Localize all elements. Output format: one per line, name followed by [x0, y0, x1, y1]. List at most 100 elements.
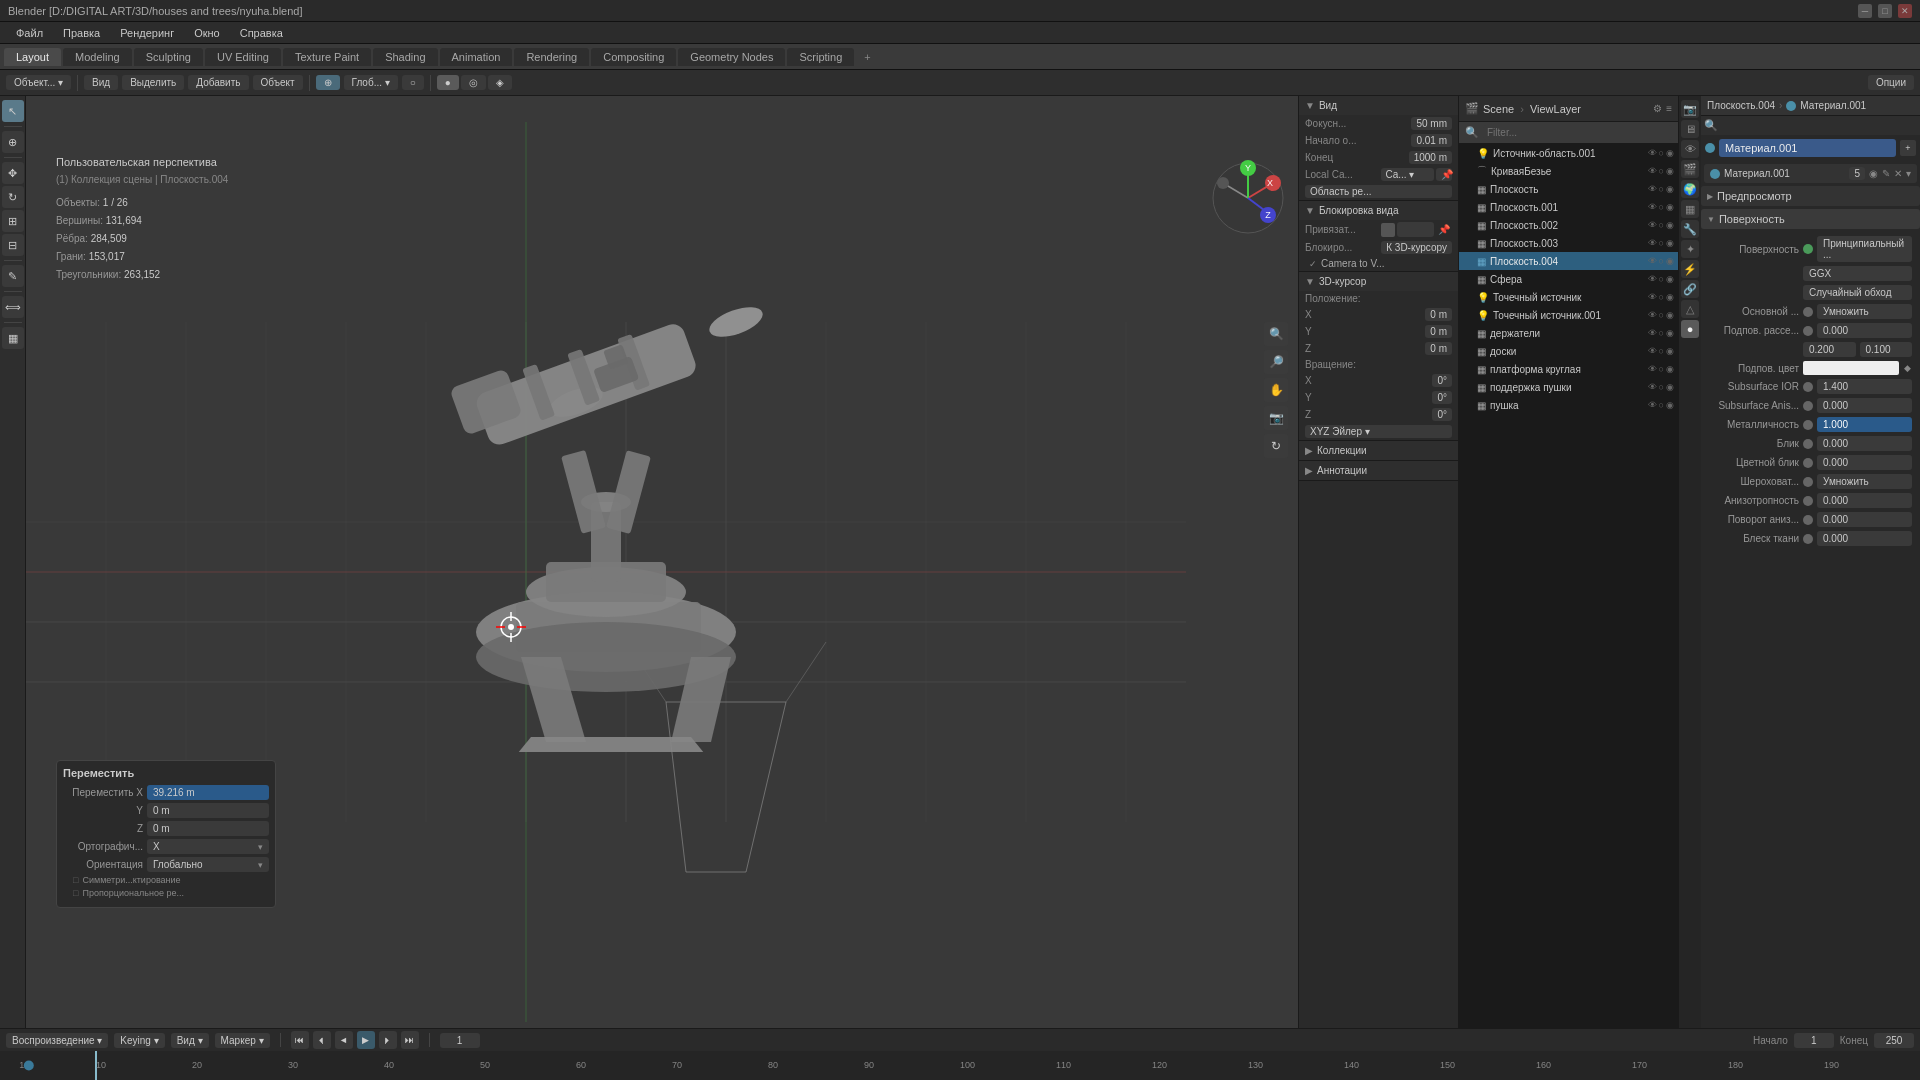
item-render-11[interactable]: ◉: [1666, 346, 1674, 356]
specular-val[interactable]: 0.000: [1817, 436, 1912, 451]
item-render-14[interactable]: ◉: [1666, 400, 1674, 410]
timeline-ruler[interactable]: 1 10 20 30 40 50 60 70 80 90 100 110 120…: [0, 1051, 1920, 1080]
minimize-button[interactable]: ─: [1858, 4, 1872, 18]
object-data-tab[interactable]: △: [1681, 300, 1699, 318]
item-vis-0[interactable]: 👁: [1648, 148, 1657, 158]
focal-length-value[interactable]: 50 mm: [1411, 117, 1452, 130]
item-select-7[interactable]: ○: [1659, 274, 1664, 284]
outliner-item-plane001[interactable]: ▦ Плоскость.001 👁 ○ ◉: [1459, 198, 1678, 216]
cursor3d-header[interactable]: ▼ 3D-курсор: [1299, 272, 1458, 291]
tab-sculpting[interactable]: Sculpting: [134, 48, 203, 66]
world-props-tab[interactable]: 🌍: [1681, 180, 1699, 198]
options-btn[interactable]: Опции: [1868, 75, 1914, 90]
outliner-filter-btn[interactable]: ⚙: [1653, 103, 1662, 114]
item-select-9[interactable]: ○: [1659, 310, 1664, 320]
cursor-z-val[interactable]: 0 m: [1425, 342, 1452, 355]
item-select-6[interactable]: ○: [1659, 256, 1664, 266]
physics-tab[interactable]: ⚡: [1681, 260, 1699, 278]
anisotropy-val[interactable]: 0.000: [1817, 493, 1912, 508]
metallic-val[interactable]: 1.000: [1817, 417, 1912, 432]
constraints-tab[interactable]: 🔗: [1681, 280, 1699, 298]
item-render-7[interactable]: ◉: [1666, 274, 1674, 284]
proportional-checkbox[interactable]: □ Пропорциональное ре...: [73, 888, 184, 898]
tab-shading[interactable]: Shading: [373, 48, 437, 66]
outliner-item-pointlight[interactable]: 💡 Точечный источник 👁 ○ ◉: [1459, 288, 1678, 306]
cursor-rx-val[interactable]: 0°: [1432, 374, 1452, 387]
lock-view-header[interactable]: ▼ Блокировка вида: [1299, 201, 1458, 220]
annotations-header[interactable]: ▶ Аннотации: [1299, 461, 1458, 480]
pivot-dropdown[interactable]: Глоб... ▾: [344, 75, 398, 90]
ortho-axis-dropdown[interactable]: X▾: [147, 839, 269, 854]
tab-layout[interactable]: Layout: [4, 48, 61, 66]
material-preview-btn[interactable]: ◎: [461, 75, 486, 90]
item-vis-8[interactable]: 👁: [1648, 292, 1657, 302]
menu-render[interactable]: Рендеринг: [112, 25, 182, 41]
item-vis-12[interactable]: 👁: [1648, 364, 1657, 374]
camera-view-btn[interactable]: 📷: [1264, 406, 1288, 430]
outliner-item-plane004[interactable]: ▦ Плоскость.004 👁 ○ ◉: [1459, 252, 1678, 270]
item-vis-14[interactable]: 👁: [1648, 400, 1657, 410]
zoom-in-btn[interactable]: 🔍: [1264, 322, 1288, 346]
modifiers-tab[interactable]: 🔧: [1681, 220, 1699, 238]
item-render-9[interactable]: ◉: [1666, 310, 1674, 320]
snap-color-btn[interactable]: [1381, 223, 1395, 237]
viewport-3d[interactable]: Пользовательская перспектива (1) Коллекц…: [26, 96, 1298, 1028]
move-x-value[interactable]: 39.216 m: [147, 785, 269, 800]
item-render-3[interactable]: ◉: [1666, 202, 1674, 212]
outliner-item-plane002[interactable]: ▦ Плоскость.002 👁 ○ ◉: [1459, 216, 1678, 234]
timeline-marker-dropdown[interactable]: Маркер ▾: [215, 1033, 270, 1048]
pan-btn[interactable]: ✋: [1264, 378, 1288, 402]
annotate-tool[interactable]: ✎: [2, 265, 24, 287]
roughness-val[interactable]: Умножить: [1817, 474, 1912, 489]
jump-start-btn[interactable]: ⏮: [291, 1031, 309, 1049]
timeline-mode-dropdown[interactable]: Воспроизведение ▾: [6, 1033, 108, 1048]
zoom-out-btn[interactable]: 🔎: [1264, 350, 1288, 374]
item-vis-4[interactable]: 👁: [1648, 220, 1657, 230]
menu-help[interactable]: Справка: [232, 25, 291, 41]
item-render-2[interactable]: ◉: [1666, 184, 1674, 194]
item-render-4[interactable]: ◉: [1666, 220, 1674, 230]
add-cube-tool[interactable]: ▦: [2, 327, 24, 349]
item-select-5[interactable]: ○: [1659, 238, 1664, 248]
scene-props-tab[interactable]: 🎬: [1681, 160, 1699, 178]
render-props-tab[interactable]: 📷: [1681, 100, 1699, 118]
outliner-item-source001[interactable]: 💡 Источник-область.001 👁 ○ ◉: [1459, 144, 1678, 162]
distribution-val[interactable]: GGX: [1803, 266, 1912, 281]
object-mode-dropdown[interactable]: Объект... ▾: [6, 75, 71, 90]
local-camera-pin[interactable]: 📌: [1436, 168, 1452, 181]
item-select-13[interactable]: ○: [1659, 382, 1664, 392]
snap-value[interactable]: [1397, 222, 1435, 237]
item-vis-9[interactable]: 👁: [1648, 310, 1657, 320]
item-render-0[interactable]: ◉: [1666, 148, 1674, 158]
scale-tool[interactable]: ⊞: [2, 210, 24, 232]
material-name-field[interactable]: Материал.001: [1719, 139, 1896, 157]
menu-file[interactable]: Файл: [8, 25, 51, 41]
item-select-1[interactable]: ○: [1659, 166, 1664, 176]
close-button[interactable]: ✕: [1898, 4, 1912, 18]
item-vis-7[interactable]: 👁: [1648, 274, 1657, 284]
cursor-x-val[interactable]: 0 m: [1425, 308, 1452, 321]
item-render-8[interactable]: ◉: [1666, 292, 1674, 302]
outliner-item-boards[interactable]: ▦ доски 👁 ○ ◉: [1459, 342, 1678, 360]
menu-window[interactable]: Окно: [186, 25, 228, 41]
item-select-8[interactable]: ○: [1659, 292, 1664, 302]
preview-section-header[interactable]: ▶ Предпросмотр: [1701, 186, 1920, 206]
move-y-value[interactable]: 0 m: [147, 803, 269, 818]
tab-geometry-nodes[interactable]: Geometry Nodes: [678, 48, 785, 66]
specular-tint-val[interactable]: 0.000: [1817, 455, 1912, 470]
subsurface-color-swatch[interactable]: [1803, 361, 1899, 375]
material-tab[interactable]: ●: [1681, 320, 1699, 338]
view-menu[interactable]: Вид: [84, 75, 118, 90]
anisotropy-rot-val[interactable]: 0.000: [1817, 512, 1912, 527]
play-reverse-btn[interactable]: ◄: [335, 1031, 353, 1049]
subsurface-method-val[interactable]: Случайный обход: [1803, 285, 1912, 300]
tab-uv-editing[interactable]: UV Editing: [205, 48, 281, 66]
item-render-5[interactable]: ◉: [1666, 238, 1674, 248]
outliner-item-plane[interactable]: ▦ Плоскость 👁 ○ ◉: [1459, 180, 1678, 198]
mat-fake-user-icon[interactable]: ✎: [1882, 168, 1890, 179]
item-select-4[interactable]: ○: [1659, 220, 1664, 230]
outliner-item-plane003[interactable]: ▦ Плоскость.003 👁 ○ ◉: [1459, 234, 1678, 252]
item-vis-10[interactable]: 👁: [1648, 328, 1657, 338]
add-workspace-button[interactable]: +: [856, 48, 878, 66]
proportional-editing-btn[interactable]: ○: [402, 75, 424, 90]
